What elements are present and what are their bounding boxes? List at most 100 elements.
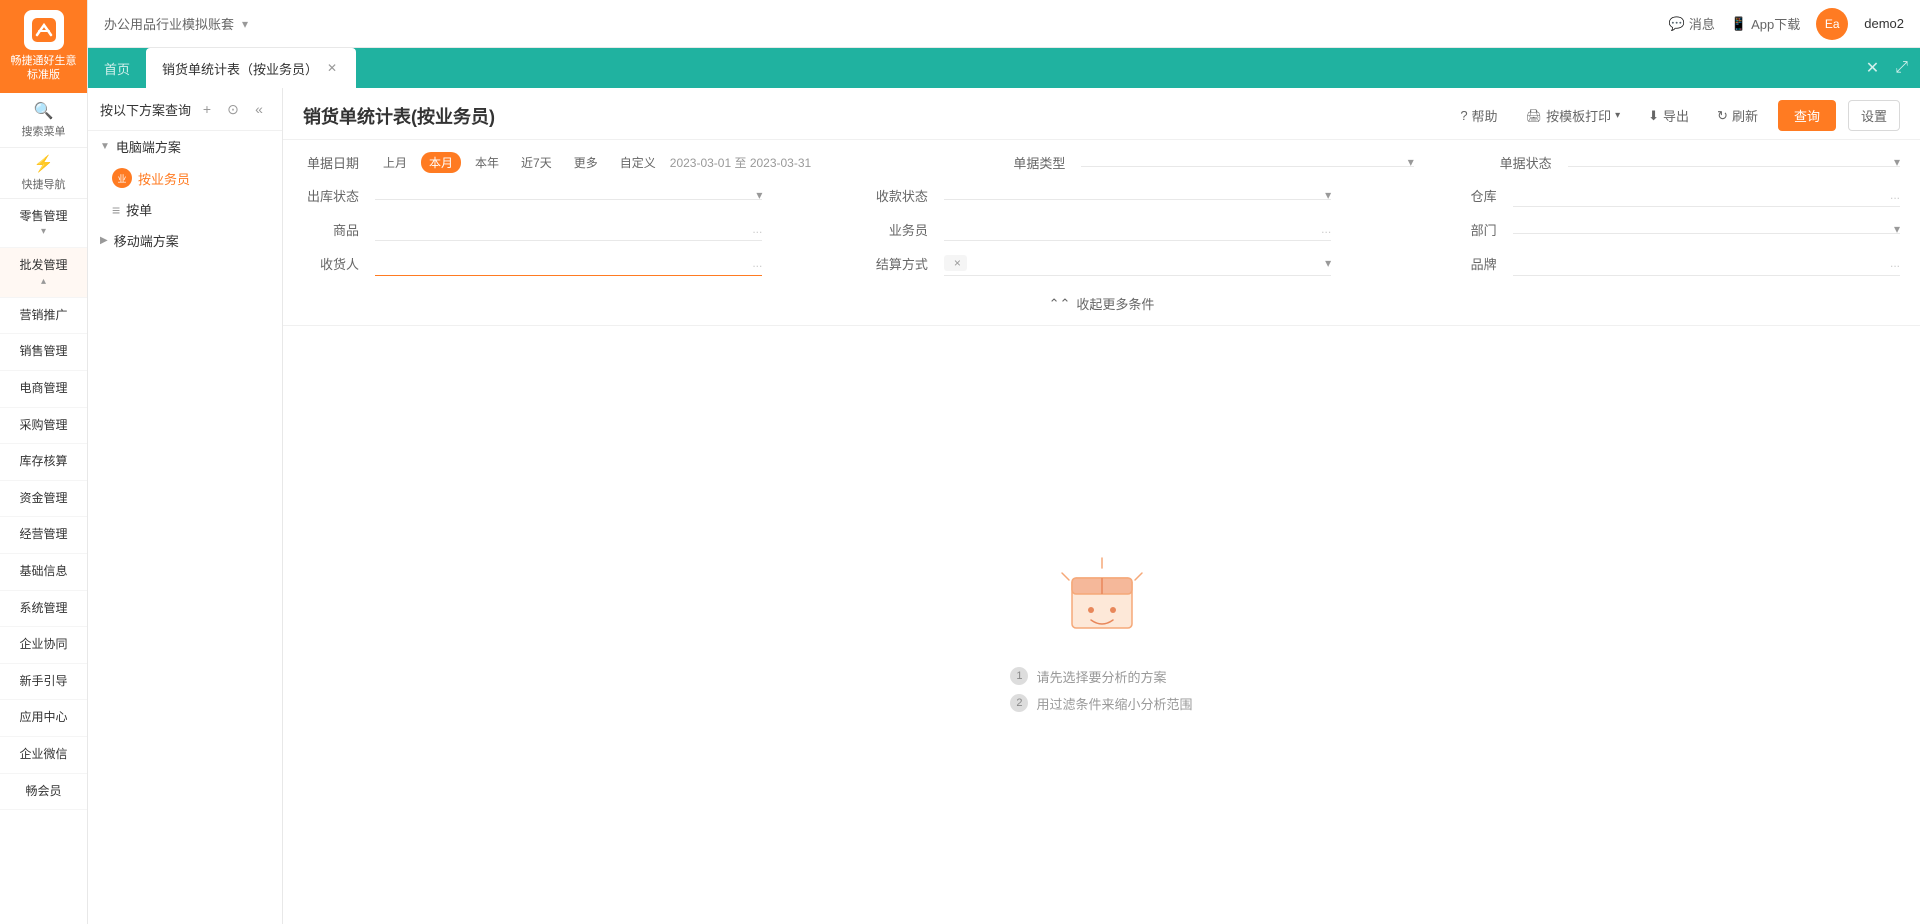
collapse-btn[interactable]: ⌃⌃ 收起更多条件 — [303, 286, 1900, 313]
tab-home[interactable]: 首页 — [88, 48, 146, 88]
doc-status-select[interactable] — [1568, 158, 1900, 167]
sidebar-item-basic[interactable]: 基础信息 — [0, 554, 87, 591]
salesperson-input-field[interactable] — [944, 221, 1331, 236]
sidebar-quicknav-item[interactable]: ⚡ 快捷导航 — [0, 148, 87, 199]
app-download-btn[interactable]: 📱 App下载 — [1731, 14, 1800, 33]
empty-hint-1: 1 请先选择要分析的方案 — [1010, 667, 1192, 686]
doc-type-label: 单据类型 — [1009, 153, 1065, 172]
query-btn[interactable]: 查询 — [1778, 100, 1836, 131]
avatar[interactable]: Ea — [1816, 8, 1848, 40]
warehouse-input-field[interactable] — [1513, 187, 1900, 202]
tree-item-mobile[interactable]: ▶ 移动端方案 — [88, 225, 282, 256]
settlement-tag-close-btn[interactable]: × — [954, 257, 961, 269]
empty-hint-2: 2 用过滤条件来缩小分析范围 — [1010, 694, 1192, 713]
settlement-tag: × — [944, 255, 967, 271]
tree-item-desktop[interactable]: ▼ 电脑端方案 — [88, 131, 282, 162]
download-icon: 📱 — [1731, 16, 1747, 32]
goods-more-icon[interactable]: ... — [752, 222, 762, 236]
export-btn[interactable]: ⬇ 导出 — [1640, 102, 1697, 129]
add-scheme-btn[interactable]: + — [196, 98, 218, 120]
salesperson-label: 业务员 — [872, 220, 928, 239]
message-btn[interactable]: 💬 消息 — [1669, 14, 1715, 33]
settlement-input[interactable]: × ▾ — [944, 251, 1331, 276]
sidebar-search-item[interactable]: 🔍 搜索菜单 — [0, 93, 87, 148]
filter-row-1: 单据日期 上月 本月 本年 近7天 更多 自定义 2023-03-01 至 20… — [303, 152, 1900, 173]
print-btn[interactable]: 🖨 按模板打印 ▾ — [1518, 102, 1629, 129]
tree-arrow-icon: ▼ — [100, 141, 110, 152]
tab-sales-stat-label: 销货单统计表（按业务员） — [162, 59, 318, 78]
tab-bar-expand-btn[interactable]: ⤢ — [1891, 55, 1912, 81]
tree-item-by-bill[interactable]: ≡ 按单 — [88, 194, 282, 225]
goods-input[interactable]: ... — [375, 217, 762, 241]
sidebar-item-apps[interactable]: 应用中心 — [0, 700, 87, 737]
brand-more-icon[interactable]: ... — [1890, 256, 1900, 270]
sidebar-item-ecommerce[interactable]: 电商管理 — [0, 371, 87, 408]
settings-scheme-btn[interactable]: ⊙ — [222, 98, 244, 120]
filter-row-2: 出库状态 收款状态 仓库 ... — [303, 183, 1900, 207]
date-btn-thisyear[interactable]: 本年 — [467, 152, 507, 173]
out-status-select[interactable] — [375, 191, 762, 200]
consignee-input[interactable]: ... — [375, 252, 762, 276]
sidebar-item-member[interactable]: 畅会员 — [0, 774, 87, 811]
chevron-down-icon: ▾ — [41, 226, 46, 237]
tree-item-by-salesperson[interactable]: 业 按业务员 — [88, 162, 282, 194]
sidebar-item-cooperation[interactable]: 企业协同 — [0, 627, 87, 664]
settlement-label: 结算方式 — [872, 254, 928, 273]
sidebar-item-system[interactable]: 系统管理 — [0, 591, 87, 628]
tab-home-label: 首页 — [104, 59, 130, 78]
date-btn-last7days[interactable]: 近7天 — [513, 152, 560, 173]
empty-illustration — [1047, 538, 1157, 651]
date-btn-more[interactable]: 更多 — [566, 152, 606, 173]
brand-label: 品牌 — [1441, 254, 1497, 273]
date-btn-lastmonth[interactable]: 上月 — [375, 152, 415, 173]
warehouse-label: 仓库 — [1441, 186, 1497, 205]
sidebar-logo[interactable]: 畅捷通好生意 标准版 — [0, 0, 87, 93]
empty-text: 1 请先选择要分析的方案 2 用过滤条件来缩小分析范围 — [1010, 667, 1192, 713]
brand-input[interactable]: ... — [1513, 252, 1900, 276]
sidebar-item-wechat[interactable]: 企业微信 — [0, 737, 87, 774]
user-name[interactable]: demo2 — [1864, 16, 1904, 31]
doc-type-select[interactable] — [1081, 158, 1413, 167]
empty-hint-1-text: 请先选择要分析的方案 — [1036, 667, 1166, 686]
empty-hint-2-text: 用过滤条件来缩小分析范围 — [1036, 694, 1192, 713]
help-btn[interactable]: ? 帮助 — [1452, 102, 1505, 129]
settings-btn[interactable]: 设置 — [1848, 100, 1900, 131]
tab-bar: 首页 销货单统计表（按业务员） ✕ ✕ ⤢ — [88, 48, 1920, 88]
print-icon: 🖨 — [1526, 108, 1543, 124]
sidebar-item-marketing[interactable]: 营销推广 — [0, 298, 87, 335]
page-title: 销货单统计表(按业务员) — [303, 103, 495, 129]
receipt-status-label: 收款状态 — [872, 186, 928, 205]
tab-sales-stat[interactable]: 销货单统计表（按业务员） ✕ — [146, 48, 356, 88]
department-select[interactable] — [1513, 225, 1900, 234]
message-icon: 💬 — [1669, 16, 1685, 32]
sidebar-item-sales[interactable]: 销售管理 — [0, 334, 87, 371]
tab-bar-close-btn[interactable]: ✕ — [1862, 54, 1883, 82]
right-panel: 销货单统计表(按业务员) ? 帮助 🖨 按模板打印 ▾ ⬇ 导出 — [283, 88, 1920, 924]
tab-close-btn[interactable]: ✕ — [324, 60, 340, 76]
salesperson-input[interactable]: ... — [944, 217, 1331, 241]
date-btn-thismonth[interactable]: 本月 — [421, 152, 461, 173]
date-btn-custom[interactable]: 自定义 — [612, 152, 664, 173]
left-panel-header: 按以下方案查询 + ⊙ « — [88, 88, 282, 131]
brand-input-field[interactable] — [1513, 256, 1900, 271]
sidebar-item-apps-label: 应用中心 — [19, 710, 67, 726]
sidebar-item-retail[interactable]: 零售管理 ▾ — [0, 199, 87, 249]
sidebar-item-finance[interactable]: 资金管理 — [0, 481, 87, 518]
salesperson-more-icon[interactable]: ... — [1321, 222, 1331, 236]
sidebar-item-operations[interactable]: 经营管理 — [0, 517, 87, 554]
sidebar-item-wholesale[interactable]: 批发管理 ▴ — [0, 248, 87, 298]
consignee-input-field[interactable] — [375, 256, 762, 271]
header-actions: 💬 消息 📱 App下载 Ea demo2 — [1669, 8, 1904, 40]
consignee-more-icon[interactable]: ... — [752, 256, 762, 270]
receipt-status-select[interactable] — [944, 191, 1331, 200]
sidebar-item-newbie[interactable]: 新手引导 — [0, 664, 87, 701]
settlement-dropdown-icon[interactable]: ▾ — [1325, 256, 1331, 270]
sidebar-item-inventory[interactable]: 库存核算 — [0, 444, 87, 481]
breadcrumb-dropdown-icon[interactable]: ▾ — [242, 17, 248, 31]
goods-input-field[interactable] — [375, 221, 762, 236]
refresh-btn[interactable]: ↻ 刷新 — [1709, 102, 1766, 129]
warehouse-more-icon[interactable]: ... — [1890, 188, 1900, 202]
collapse-panel-btn[interactable]: « — [248, 98, 270, 120]
sidebar-item-purchase[interactable]: 采购管理 — [0, 408, 87, 445]
warehouse-input[interactable]: ... — [1513, 183, 1900, 207]
